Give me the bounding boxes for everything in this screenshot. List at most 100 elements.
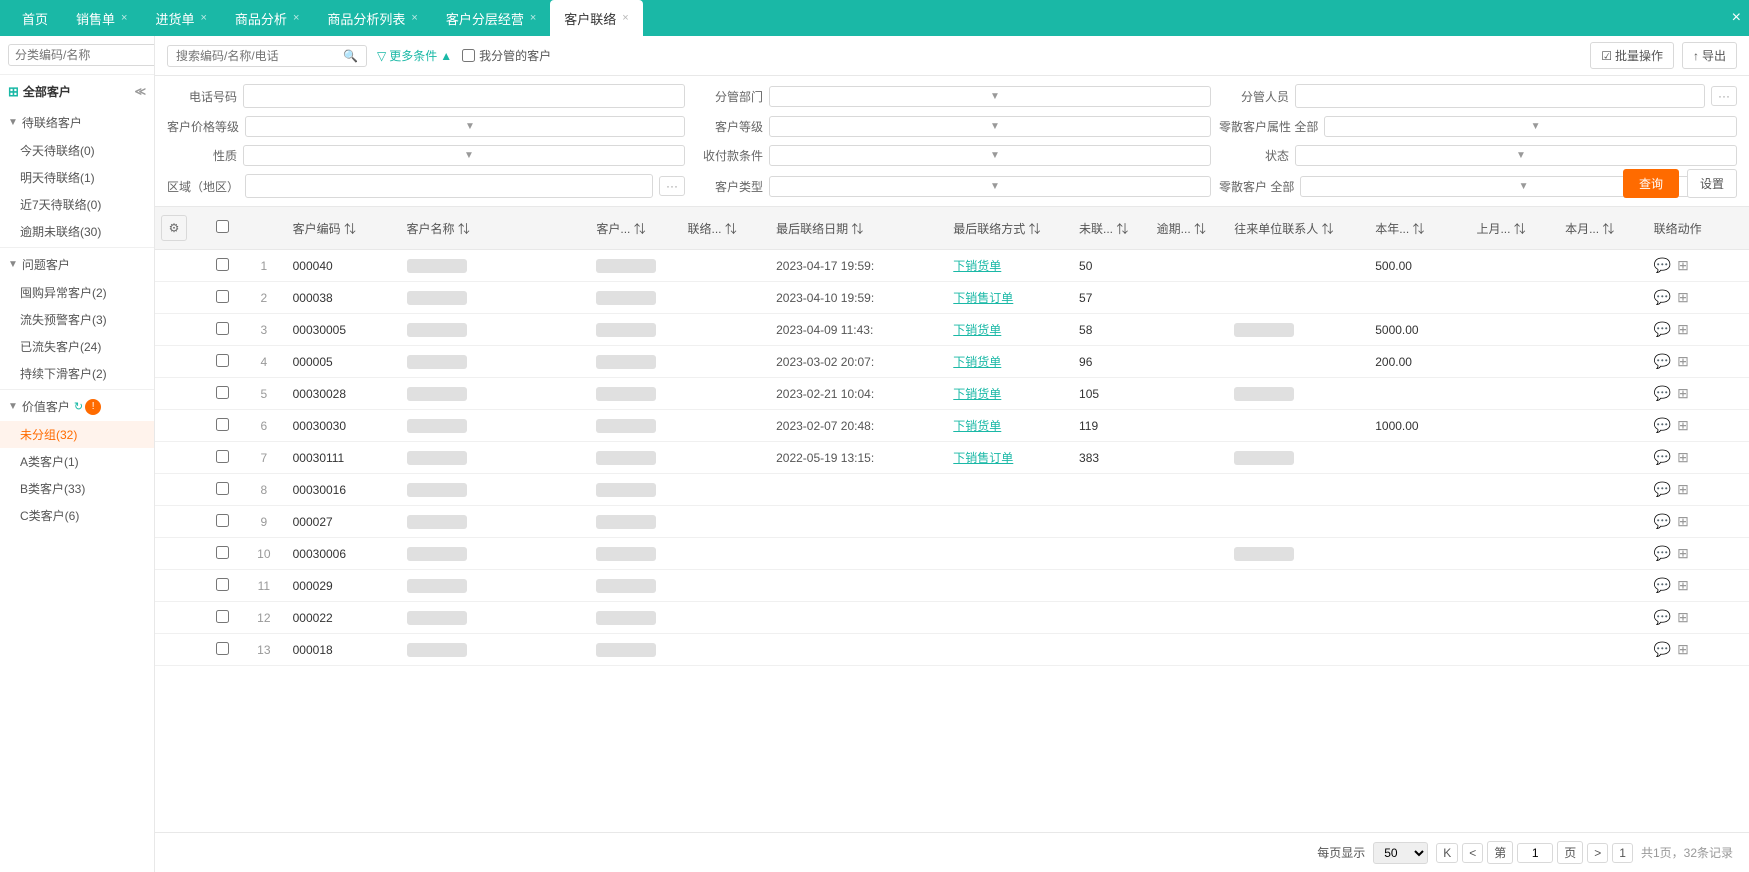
sidebar-item-abnormal[interactable]: 囤购异常客户(2): [0, 279, 154, 306]
page-input[interactable]: [1517, 843, 1553, 863]
field-payment-select[interactable]: ▼: [769, 145, 1211, 166]
row-check-5[interactable]: [216, 418, 229, 431]
grid-action-icon-2[interactable]: ⊞: [1677, 321, 1689, 338]
nav-product-analysis[interactable]: 商品分析 ×: [221, 0, 313, 36]
nav-home[interactable]: 首页: [8, 0, 62, 36]
nav-purchase-close[interactable]: ×: [200, 12, 206, 24]
page-size-select[interactable]: 50 100 200: [1373, 842, 1428, 864]
grid-action-icon-4[interactable]: ⊞: [1677, 385, 1689, 402]
nav-customer-segment-close[interactable]: ×: [530, 12, 536, 24]
row-check-11[interactable]: [216, 610, 229, 623]
row-check-4[interactable]: [216, 386, 229, 399]
comment-icon-11[interactable]: 💬: [1654, 609, 1671, 626]
field-manager-more[interactable]: ···: [1711, 86, 1737, 106]
sidebar-item-tomorrow[interactable]: 明天待联络(1): [0, 164, 154, 191]
comment-icon-7[interactable]: 💬: [1654, 481, 1671, 498]
comment-icon-4[interactable]: 💬: [1654, 385, 1671, 402]
field-region-more[interactable]: ···: [659, 176, 685, 196]
sidebar-item-7days[interactable]: 近7天待联络(0): [0, 191, 154, 218]
sidebar-item-churn-warning[interactable]: 流失预警客户(3): [0, 306, 154, 333]
row-check-2[interactable]: [216, 322, 229, 335]
main-search-input[interactable]: [176, 49, 339, 63]
more-conditions-btn[interactable]: ▽ 更多条件 ▲: [377, 47, 452, 64]
row-check-6[interactable]: [216, 450, 229, 463]
grid-action-icon-8[interactable]: ⊞: [1677, 513, 1689, 530]
sidebar-item-declining[interactable]: 持续下滑客户(2): [0, 360, 154, 387]
field-manager-input[interactable]: [1295, 84, 1705, 108]
row-check-8[interactable]: [216, 514, 229, 527]
query-button[interactable]: 查询: [1623, 169, 1679, 198]
refresh-icon[interactable]: ↻: [74, 400, 83, 413]
grid-action-icon-10[interactable]: ⊞: [1677, 577, 1689, 594]
th-year[interactable]: 本年... ⇅: [1369, 207, 1470, 250]
grid-action-icon-1[interactable]: ⊞: [1677, 289, 1689, 306]
nav-sales-close[interactable]: ×: [121, 12, 127, 24]
method-link-1[interactable]: 下销售订单: [953, 291, 1013, 305]
row-check-1[interactable]: [216, 290, 229, 303]
comment-icon-10[interactable]: 💬: [1654, 577, 1671, 594]
comment-icon-9[interactable]: 💬: [1654, 545, 1671, 562]
grid-action-icon-9[interactable]: ⊞: [1677, 545, 1689, 562]
reset-button[interactable]: 设置: [1687, 169, 1737, 198]
all-customers-header[interactable]: ⊞ 全部客户 ≪: [0, 75, 154, 108]
th-this-month[interactable]: 本月... ⇅: [1559, 207, 1648, 250]
th-last-month[interactable]: 上月... ⇅: [1470, 207, 1559, 250]
comment-icon-2[interactable]: 💬: [1654, 321, 1671, 338]
main-search-icon[interactable]: 🔍: [343, 49, 358, 63]
th-type[interactable]: 客户... ⇅: [590, 207, 681, 250]
nav-product-list[interactable]: 商品分析列表 ×: [313, 0, 431, 36]
nav-customer-segment[interactable]: 客户分层经营 ×: [432, 0, 550, 36]
method-link-6[interactable]: 下销售订单: [953, 451, 1013, 465]
comment-icon-1[interactable]: 💬: [1654, 289, 1671, 306]
select-all-checkbox[interactable]: [216, 220, 229, 233]
nav-customer-contact-close[interactable]: ×: [622, 12, 628, 24]
page-first-btn[interactable]: K: [1436, 843, 1458, 863]
batch-op-button[interactable]: ☑ 批量操作: [1590, 42, 1674, 69]
th-name[interactable]: 客户名称 ⇅: [401, 207, 591, 250]
row-check-9[interactable]: [216, 546, 229, 559]
nav-close-all[interactable]: ×: [1732, 9, 1741, 27]
field-dept-select[interactable]: ▼: [769, 86, 1211, 107]
nav-product-list-close[interactable]: ×: [411, 12, 417, 24]
method-link-0[interactable]: 下销货单: [953, 259, 1001, 273]
sidebar-search-input[interactable]: [8, 44, 155, 66]
grid-action-icon-3[interactable]: ⊞: [1677, 353, 1689, 370]
field-region-input[interactable]: [245, 174, 653, 198]
sidebar-item-class-c[interactable]: C类客户(6): [0, 502, 154, 529]
page-prev-btn[interactable]: <: [1462, 843, 1483, 863]
th-contact[interactable]: 联络... ⇅: [682, 207, 771, 250]
grid-action-icon-6[interactable]: ⊞: [1677, 449, 1689, 466]
export-button[interactable]: ↑ 导出: [1682, 42, 1737, 69]
comment-icon-6[interactable]: 💬: [1654, 449, 1671, 466]
grid-action-icon-0[interactable]: ⊞: [1677, 257, 1689, 274]
th-uncontact[interactable]: 未联... ⇅: [1073, 207, 1151, 250]
nav-customer-contact[interactable]: 客户联络 ×: [550, 0, 642, 36]
group-value-customers[interactable]: ▼ 价值客户 ↻ !: [0, 392, 154, 421]
th-last-method[interactable]: 最后联络方式 ⇅: [947, 207, 1073, 250]
sidebar-item-today[interactable]: 今天待联络(0): [0, 137, 154, 164]
th-last-date[interactable]: 最后联络日期 ⇅: [770, 207, 947, 250]
nav-sales[interactable]: 销售单 ×: [62, 0, 141, 36]
field-status-select[interactable]: ▼: [1295, 145, 1737, 166]
comment-icon-5[interactable]: 💬: [1654, 417, 1671, 434]
row-check-7[interactable]: [216, 482, 229, 495]
field-price-grade-select[interactable]: ▼: [245, 116, 685, 137]
comment-icon-3[interactable]: 💬: [1654, 353, 1671, 370]
group-pending-contact[interactable]: ▼ 待联络客户: [0, 108, 154, 137]
th-overdue[interactable]: 逾期... ⇅: [1151, 207, 1229, 250]
comment-icon-8[interactable]: 💬: [1654, 513, 1671, 530]
sidebar-item-class-a[interactable]: A类客户(1): [0, 448, 154, 475]
grid-action-icon-11[interactable]: ⊞: [1677, 609, 1689, 626]
row-check-0[interactable]: [216, 258, 229, 271]
field-grade-select[interactable]: ▼: [769, 116, 1211, 137]
method-link-4[interactable]: 下销货单: [953, 387, 1001, 401]
sidebar-item-churned[interactable]: 已流失客户(24): [0, 333, 154, 360]
grid-action-icon-12[interactable]: ⊞: [1677, 641, 1689, 658]
gear-settings-btn[interactable]: ⚙: [161, 215, 187, 241]
sidebar-item-ungrouped[interactable]: 未分组(32): [0, 421, 154, 448]
method-link-5[interactable]: 下销货单: [953, 419, 1001, 433]
row-check-10[interactable]: [216, 578, 229, 591]
page-next-btn[interactable]: >: [1587, 843, 1608, 863]
th-code[interactable]: 客户编码 ⇅: [287, 207, 401, 250]
field-nature-select[interactable]: ▼: [243, 145, 685, 166]
